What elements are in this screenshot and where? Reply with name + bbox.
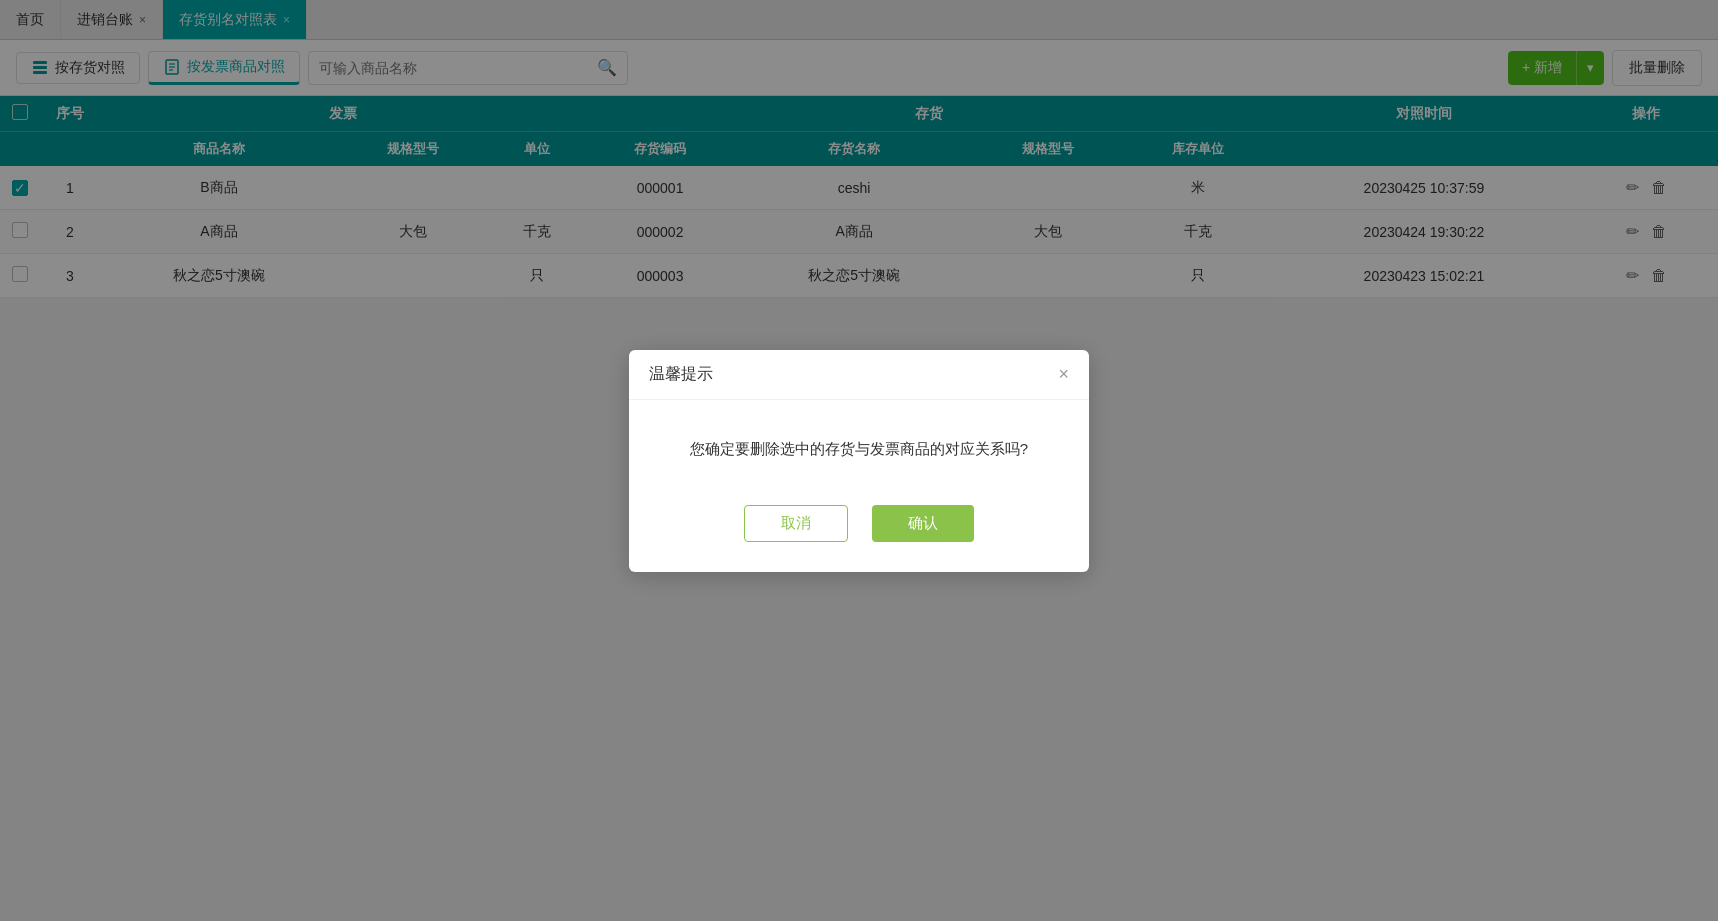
dialog-overlay: 温馨提示 × 您确定要删除选中的存货与发票商品的对应关系吗? 取消 确认	[0, 0, 1718, 298]
